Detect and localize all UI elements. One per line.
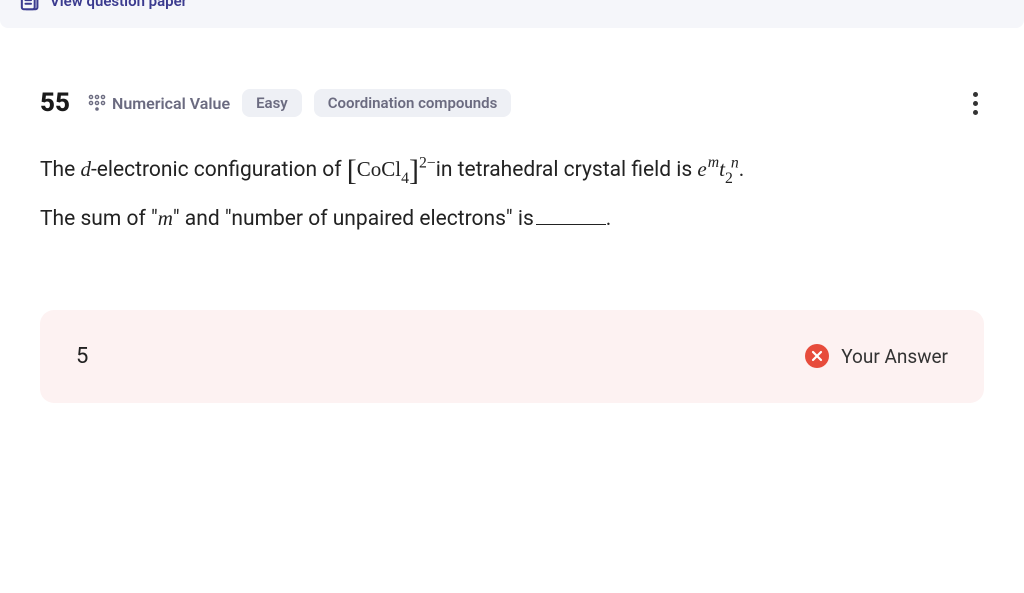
q-sub-2: 2	[725, 170, 733, 187]
numerical-value-icon	[88, 94, 106, 112]
answer-blank	[536, 224, 606, 225]
incorrect-icon	[805, 344, 829, 368]
q-var-n-sup: n	[731, 154, 739, 171]
q-formula-sup: 2−	[419, 154, 436, 171]
q-var-m: m	[158, 206, 173, 230]
q-bracket-close: ]	[409, 154, 419, 187]
q-text: in tetrahedral crystal field is	[436, 158, 698, 182]
top-bar: View question paper	[0, 0, 1024, 28]
q-var-e: e	[697, 157, 706, 181]
view-question-paper-label: View question paper	[50, 0, 187, 10]
your-answer-label: Your Answer	[841, 345, 948, 368]
question-content: 55 Numerical Value Easy Coordination com…	[0, 28, 1024, 403]
your-answer-value: 5	[76, 344, 88, 369]
view-question-paper-link[interactable]: View question paper	[20, 0, 187, 12]
q-var-m-sup: m	[708, 154, 719, 171]
q-formula: CoCl	[357, 157, 401, 181]
q-text: -electronic configuration of	[91, 158, 347, 182]
paper-icon	[20, 0, 42, 12]
q-text: .	[739, 158, 745, 182]
q-formula-sub: 4	[401, 170, 409, 187]
question-text: The d-electronic configuration of [CoCl4…	[40, 142, 984, 240]
your-answer-card: 5 Your Answer	[40, 310, 984, 403]
question-type-label: Numerical Value	[112, 94, 230, 113]
q-text: " and "number of unpaired electrons" is	[173, 207, 534, 231]
q-text: The	[40, 158, 80, 182]
question-number: 55	[40, 88, 70, 118]
q-text: The sum of "	[40, 207, 158, 231]
question-meta-row: 55 Numerical Value Easy Coordination com…	[40, 88, 984, 118]
q-bracket-open: [	[347, 154, 357, 187]
topic-pill: Coordination compounds	[314, 89, 512, 117]
question-type-chip: Numerical Value	[88, 94, 230, 113]
q-text: .	[606, 207, 612, 231]
more-options-button[interactable]	[967, 92, 984, 115]
q-var-d: d	[80, 157, 91, 181]
difficulty-pill: Easy	[242, 89, 302, 117]
answer-status: Your Answer	[805, 344, 948, 368]
